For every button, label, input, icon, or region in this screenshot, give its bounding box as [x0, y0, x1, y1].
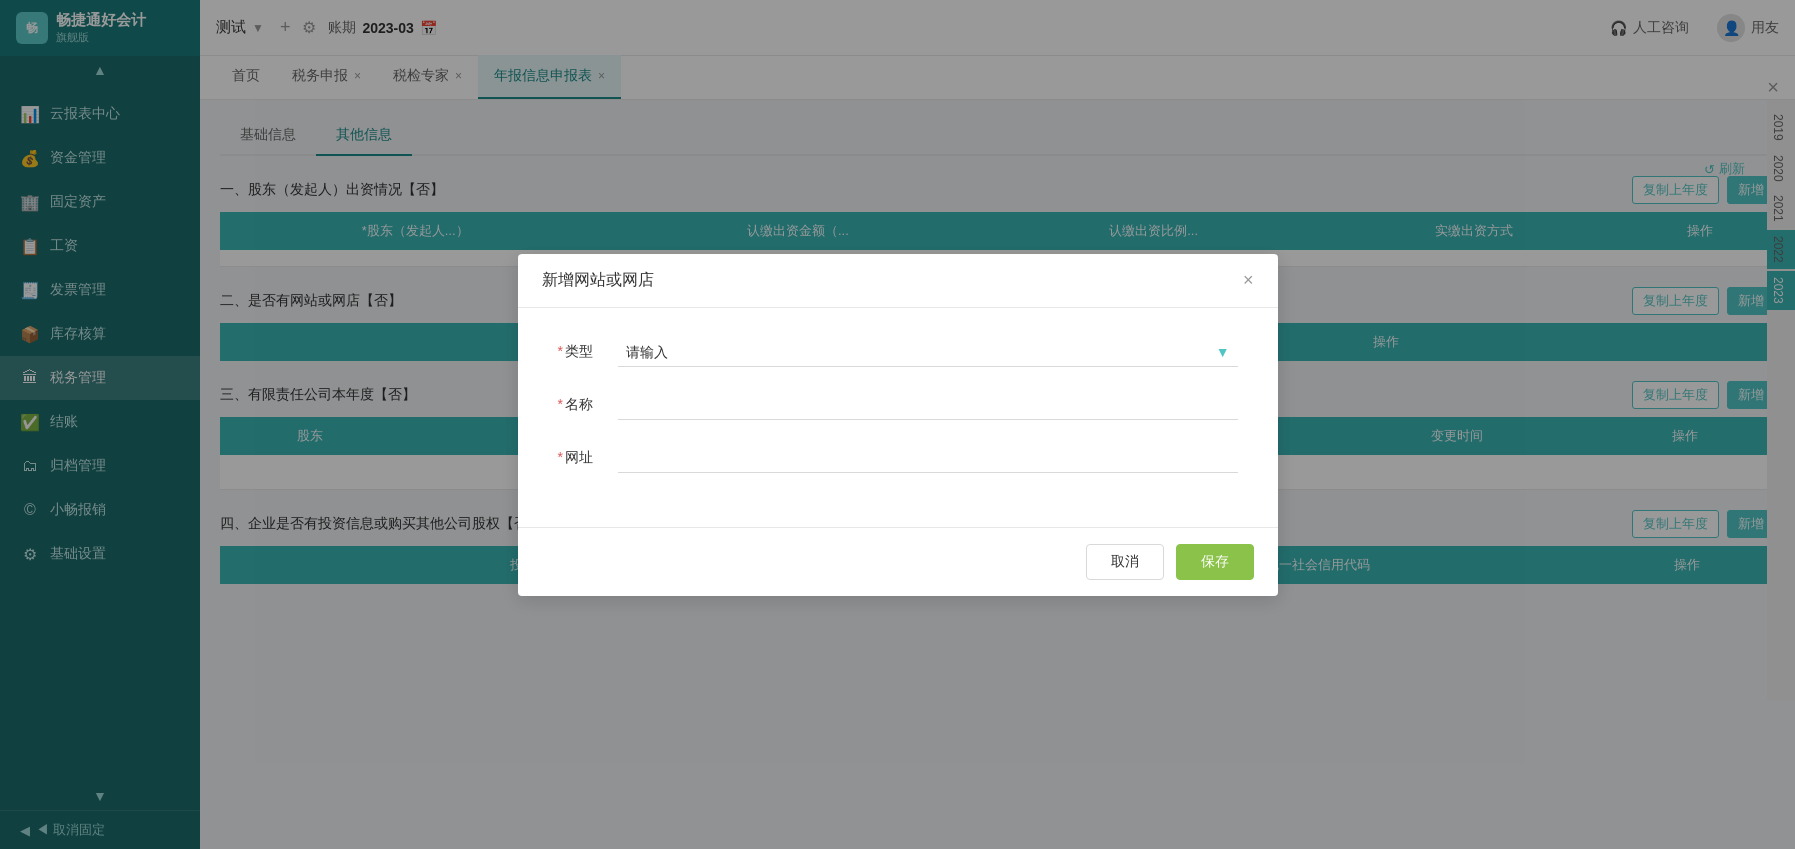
form-label-name: *名称	[558, 396, 618, 414]
add-website-modal: 新增网站或网店 × *类型 请输入 ▼ *名称	[518, 254, 1278, 596]
cancel-button[interactable]: 取消	[1086, 544, 1164, 580]
url-input[interactable]	[618, 444, 1238, 473]
required-mark-name: *	[558, 396, 563, 412]
save-button[interactable]: 保存	[1176, 544, 1254, 580]
type-select-wrapper: 请输入 ▼	[618, 338, 1238, 367]
modal-footer: 取消 保存	[518, 527, 1278, 596]
form-field-type: *类型 请输入 ▼	[558, 338, 1238, 367]
name-input[interactable]	[618, 391, 1238, 420]
required-mark-type: *	[558, 343, 563, 359]
modal-header: 新增网站或网店 ×	[518, 254, 1278, 308]
form-label-type: *类型	[558, 343, 618, 361]
type-select[interactable]: 请输入	[618, 338, 1238, 367]
modal-overlay: 新增网站或网店 × *类型 请输入 ▼ *名称	[0, 0, 1795, 849]
modal-close-button[interactable]: ×	[1243, 270, 1254, 291]
form-field-url: *网址	[558, 444, 1238, 473]
modal-title: 新增网站或网店	[542, 270, 654, 291]
modal-body: *类型 请输入 ▼ *名称 *网址	[518, 308, 1278, 527]
required-mark-url: *	[558, 449, 563, 465]
form-label-url: *网址	[558, 449, 618, 467]
form-field-name: *名称	[558, 391, 1238, 420]
